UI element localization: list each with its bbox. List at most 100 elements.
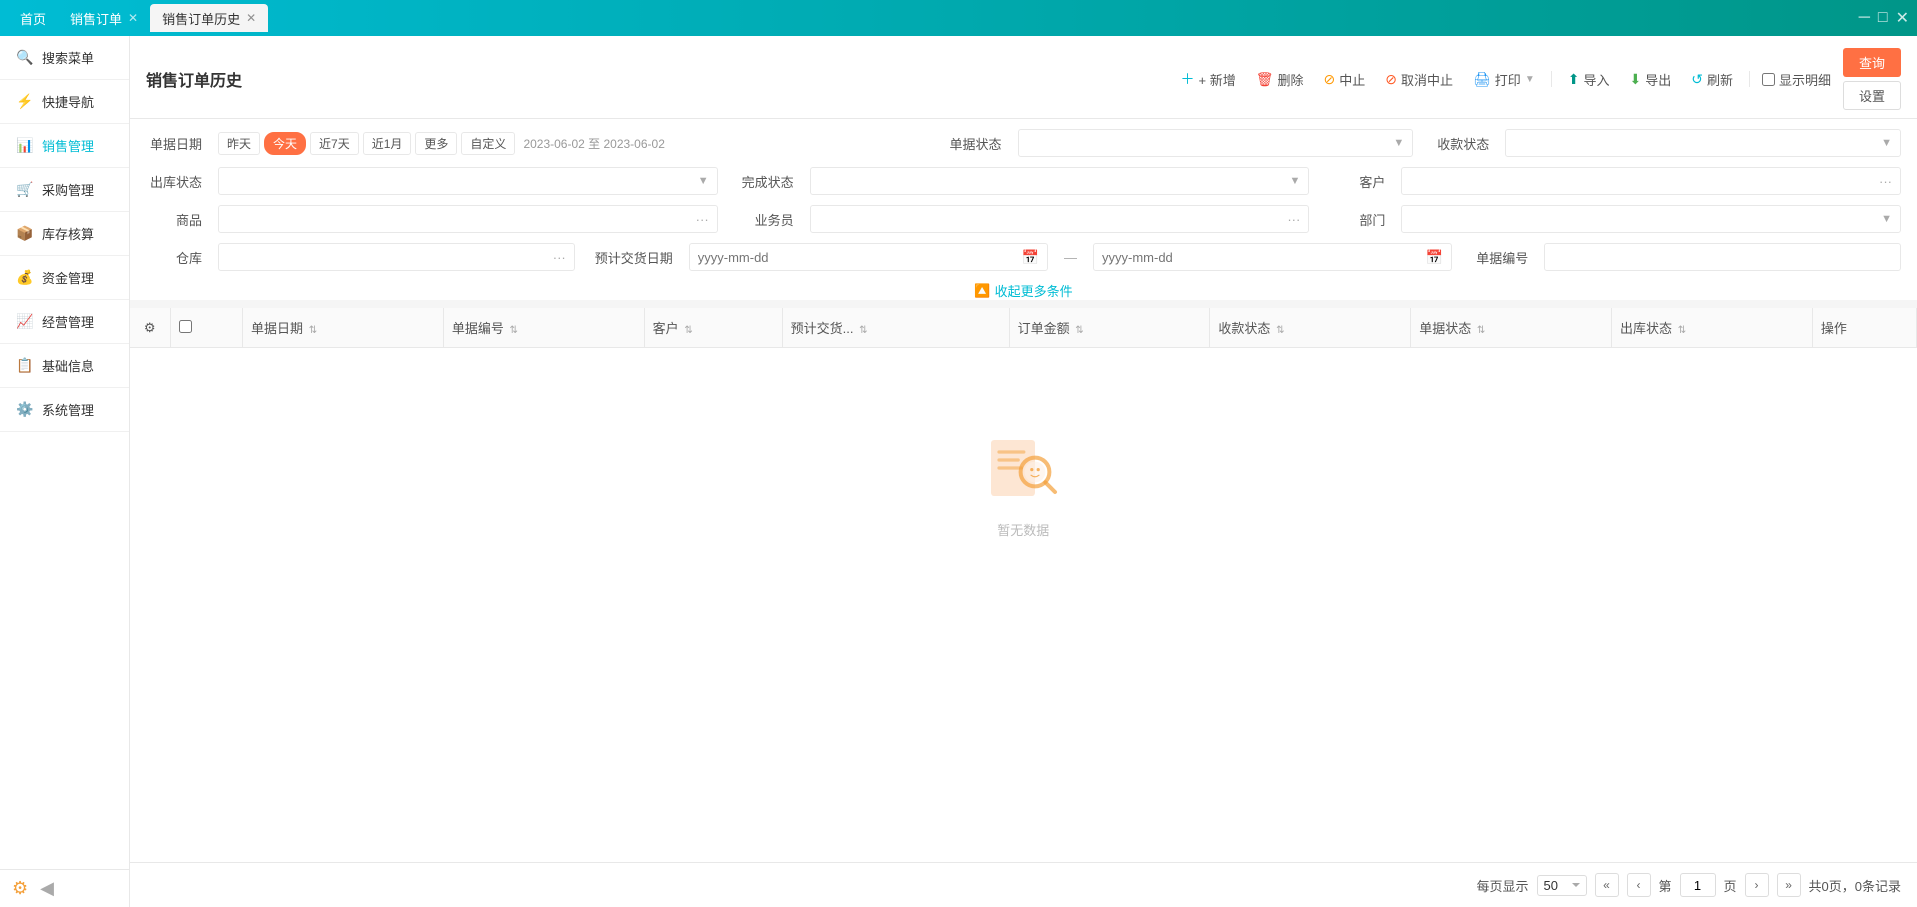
print-arrow-icon: ▼ <box>1525 74 1535 85</box>
page-title: 销售订单历史 <box>146 67 242 91</box>
product-label: 商品 <box>146 210 210 229</box>
salesman-input[interactable]: ··· <box>810 205 1310 233</box>
col-outstock-status[interactable]: 出库状态 ⇅ <box>1612 308 1813 348</box>
new-button[interactable]: ＋ + 新增 <box>1177 67 1240 91</box>
sidebar-item-sales[interactable]: 📊 销售管理 <box>0 124 129 168</box>
print-button[interactable]: 🖨 打印 ▼ <box>1469 68 1539 91</box>
query-button[interactable]: 查询 <box>1843 48 1901 77</box>
refresh-icon: ↺ <box>1691 71 1703 88</box>
select-all-checkbox[interactable] <box>179 320 192 333</box>
settings-bottom-icon[interactable]: ⚙ <box>12 878 28 899</box>
col-pay-status[interactable]: 收款状态 ⇅ <box>1210 308 1411 348</box>
calendar-start-icon[interactable]: 📅 <box>1022 249 1039 266</box>
filter-row-1: 单据日期 昨天 今天 近7天 近1月 更多 自定义 2023-06-02 至 2… <box>146 129 1901 157</box>
estimated-date-start-input[interactable] <box>698 250 1018 265</box>
sidebar-item-management[interactable]: 📈 经营管理 <box>0 300 129 344</box>
date-btn-today[interactable]: 今天 <box>264 132 306 155</box>
delete-button[interactable]: 🗑 删除 <box>1252 68 1308 91</box>
calendar-end-icon[interactable]: 📅 <box>1426 249 1443 266</box>
query-group: 查询 设置 <box>1843 48 1901 110</box>
empty-text: 暂无数据 <box>997 520 1049 539</box>
cancel-stop-button[interactable]: ⊘ 取消中止 <box>1381 68 1457 91</box>
print-icon: 🖨 <box>1473 71 1491 88</box>
date-btn-7days[interactable]: 近7天 <box>310 132 359 155</box>
close-tab-sales-order[interactable]: ✕ <box>128 11 138 25</box>
delete-icon: 🗑 <box>1256 71 1274 88</box>
order-status-select[interactable]: ▼ <box>1018 129 1414 157</box>
col-estimated-delivery[interactable]: 预计交货... ⇅ <box>782 308 1009 348</box>
estimated-date-end[interactable]: 📅 <box>1093 243 1452 271</box>
last-page-btn[interactable]: » <box>1777 873 1801 897</box>
sidebar-item-quick-nav[interactable]: ⚡ 快捷导航 <box>0 80 129 124</box>
complete-select[interactable]: ▼ <box>810 167 1310 195</box>
settings-button[interactable]: 设置 <box>1843 81 1901 110</box>
pay-status-select[interactable]: ▼ <box>1505 129 1901 157</box>
prev-page-btn[interactable]: ‹ <box>1627 873 1651 897</box>
filter-date: 单据日期 昨天 今天 近7天 近1月 更多 自定义 2023-06-02 至 2… <box>146 132 926 155</box>
date-btn-yesterday[interactable]: 昨天 <box>218 132 260 155</box>
sidebar-item-basic-info[interactable]: 📋 基础信息 <box>0 344 129 388</box>
main-content: 销售订单历史 ＋ + 新增 🗑 删除 ⊘ 中止 ⊘ 取消中止 <box>130 36 1917 907</box>
col-settings[interactable]: ⚙ <box>130 308 170 348</box>
date-separator: — <box>1064 250 1077 265</box>
tab-home[interactable]: 首页 <box>8 4 58 32</box>
col-order-status[interactable]: 单据状态 ⇅ <box>1411 308 1612 348</box>
sort-paystatus-icon: ⇅ <box>1276 325 1284 336</box>
stop-icon: ⊘ <box>1324 71 1336 88</box>
management-icon: 📈 <box>16 313 34 331</box>
date-btn-custom[interactable]: 自定义 <box>461 132 515 155</box>
date-label: 单据日期 <box>146 134 210 153</box>
import-button[interactable]: ⬆ 导入 <box>1564 68 1614 91</box>
product-input[interactable]: ··· <box>218 205 718 233</box>
collapse-button[interactable]: 🔼 收起更多条件 <box>974 281 1072 300</box>
dept-select[interactable]: ▼ <box>1401 205 1901 233</box>
display-detail-checkbox[interactable]: 显示明细 <box>1762 70 1831 89</box>
display-detail-check[interactable] <box>1762 73 1775 86</box>
collapse-sidebar-icon[interactable]: ◀ <box>40 878 54 899</box>
filter-row-3: 商品 ··· 业务员 ··· 部门 ▼ <box>146 205 1901 233</box>
sidebar-item-purchase[interactable]: 🛒 采购管理 <box>0 168 129 212</box>
per-page-select[interactable]: 10 20 50 100 <box>1537 875 1587 896</box>
col-checkbox[interactable] <box>170 308 243 348</box>
col-date[interactable]: 单据日期 ⇅ <box>243 308 444 348</box>
tab-sales-order[interactable]: 销售订单 ✕ <box>58 4 150 32</box>
order-no-input[interactable] <box>1544 243 1901 271</box>
sidebar-item-finance[interactable]: 💰 资金管理 <box>0 256 129 300</box>
estimated-date-end-input[interactable] <box>1102 250 1422 265</box>
refresh-button[interactable]: ↺ 刷新 <box>1687 68 1737 91</box>
filter-dept: 部门 ▼ <box>1309 205 1901 233</box>
maximize-btn[interactable]: □ <box>1878 9 1888 27</box>
minimize-btn[interactable]: ─ <box>1859 9 1870 27</box>
col-client[interactable]: 客户 ⇅ <box>644 308 782 348</box>
col-order-no[interactable]: 单据编号 ⇅ <box>443 308 644 348</box>
first-page-btn[interactable]: « <box>1595 873 1619 897</box>
tab-sales-order-history[interactable]: 销售订单历史 ✕ <box>150 4 268 32</box>
sidebar-item-search[interactable]: 🔍 搜索菜单 <box>0 36 129 80</box>
client-input[interactable]: ··· <box>1401 167 1901 195</box>
window-close-btn[interactable]: ✕ <box>1896 8 1909 28</box>
dept-label: 部门 <box>1329 210 1393 229</box>
date-btn-1month[interactable]: 近1月 <box>363 132 412 155</box>
col-order-amount[interactable]: 订单金额 ⇅ <box>1009 308 1210 348</box>
stop-button[interactable]: ⊘ 中止 <box>1320 68 1370 91</box>
new-icon: ＋ <box>1181 69 1195 89</box>
export-button[interactable]: ⬇ 导出 <box>1625 68 1675 91</box>
complete-arrow-icon: ▼ <box>1289 175 1300 187</box>
sidebar-item-inventory[interactable]: 📦 库存核算 <box>0 212 129 256</box>
cancel-stop-icon: ⊘ <box>1385 71 1397 88</box>
current-page-input[interactable] <box>1680 873 1716 897</box>
outstock-select[interactable]: ▼ <box>218 167 718 195</box>
collapse-row: 🔼 收起更多条件 <box>146 281 1901 300</box>
sidebar-item-system[interactable]: ⚙️ 系统管理 <box>0 388 129 432</box>
empty-illustration <box>973 428 1073 508</box>
date-btn-more[interactable]: 更多 <box>415 132 457 155</box>
sort-delivery-icon: ⇅ <box>859 325 867 336</box>
filter-pay-status: 收款状态 ▼ <box>1413 129 1901 157</box>
estimated-date-start[interactable]: 📅 <box>689 243 1048 271</box>
col-operation: 操作 <box>1812 308 1916 348</box>
warehouse-input[interactable]: ··· <box>218 243 575 271</box>
close-tab-sales-order-history[interactable]: ✕ <box>246 11 256 25</box>
next-page-btn[interactable]: › <box>1745 873 1769 897</box>
outstock-arrow-icon: ▼ <box>698 175 709 187</box>
purchase-icon: 🛒 <box>16 181 34 199</box>
